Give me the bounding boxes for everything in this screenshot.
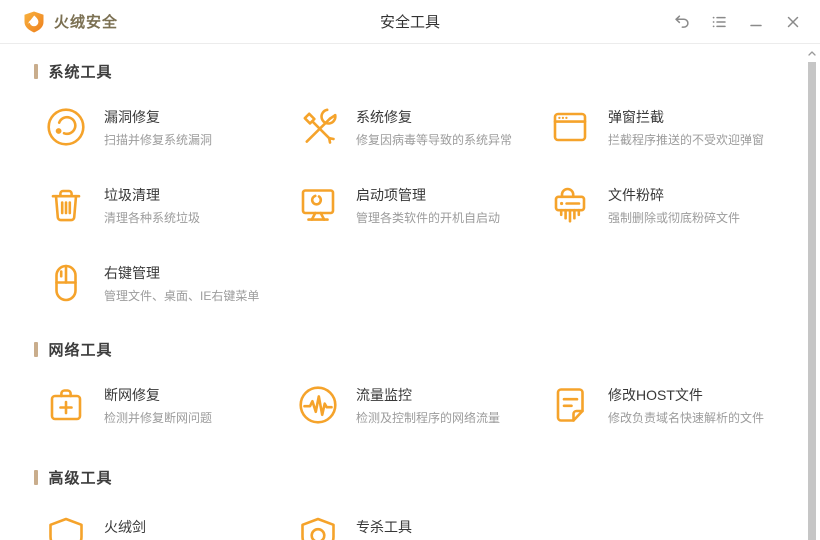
tool-text: 专杀工具 — [356, 515, 412, 540]
tool-item-network-repair[interactable]: 断网修复检测并修复断网问题 — [44, 383, 296, 427]
tool-title: 专杀工具 — [356, 519, 412, 535]
tool-section: 高级工具火绒剑 专杀工具 — [0, 467, 820, 540]
trash-clean-icon — [44, 183, 88, 227]
section-label: 高级工具 — [48, 469, 113, 487]
tool-text: 启动项管理管理各类软件的开机自启动 — [356, 183, 500, 227]
tool-title: 弹窗拦截 — [608, 109, 664, 125]
scroll-up-button[interactable] — [806, 46, 818, 60]
tool-grid: 断网修复检测并修复断网问题 流量监控检测及控制程序的网络流量 修改HOST文件修改负… — [44, 383, 820, 427]
system-repair-icon — [296, 105, 340, 149]
chevron-up-icon — [808, 50, 816, 56]
tool-desc: 检测及控制程序的网络流量 — [356, 411, 501, 425]
file-shredder-icon — [548, 183, 592, 227]
tool-item-traffic-monitor[interactable]: 流量监控检测及控制程序的网络流量 — [296, 383, 548, 427]
tool-text: 断网修复检测并修复断网问题 — [104, 383, 212, 427]
traffic-monitor-icon — [296, 383, 340, 427]
tool-desc: 管理各类软件的开机自启动 — [356, 211, 501, 225]
section-label: 网络工具 — [48, 341, 113, 359]
section-bar-icon — [34, 63, 38, 79]
tool-desc: 拦截程序推送的不受欢迎弹窗 — [608, 133, 765, 147]
minimize-icon — [750, 24, 762, 26]
tool-item-system-repair[interactable]: 系统修复修复因病毒等导致的系统异常 — [296, 105, 548, 149]
scrollbar[interactable] — [806, 46, 818, 540]
tool-grid: 漏洞修复扫描并修复系统漏洞 系统修复修复因病毒等导致的系统异常 弹窗拦截拦截程序推送… — [44, 105, 820, 305]
tool-desc: 扫描并修复系统漏洞 — [104, 133, 213, 147]
app-brand: 火绒安全 — [22, 10, 118, 34]
tool-text: 系统修复修复因病毒等导致的系统异常 — [356, 105, 512, 149]
huorong-logo-icon — [24, 11, 44, 32]
tool-text: 修改HOST文件修改负责域名快速解析的文件 — [608, 383, 764, 427]
list-menu-icon — [712, 16, 726, 27]
network-repair-icon — [44, 383, 88, 427]
tool-text: 流量监控检测及控制程序的网络流量 — [356, 383, 500, 427]
tool-item-trash-clean[interactable]: 垃圾清理清理各种系统垃圾 — [44, 183, 296, 227]
close-button[interactable] — [780, 9, 806, 35]
tool-title: 右键管理 — [104, 265, 160, 281]
tool-title: 系统修复 — [356, 109, 412, 125]
tool-title: 文件粉碎 — [608, 187, 664, 203]
vulnerability-repair-icon — [44, 105, 88, 149]
tool-grid: 火绒剑 专杀工具 — [44, 515, 820, 540]
tool-desc: 修复因病毒等导致的系统异常 — [356, 133, 513, 147]
back-icon — [675, 14, 689, 28]
tool-item-startup-manager[interactable]: 启动项管理管理各类软件的开机自启动 — [296, 183, 548, 227]
tool-text: 漏洞修复扫描并修复系统漏洞 — [104, 105, 212, 149]
tool-desc: 清理各种系统垃圾 — [104, 211, 201, 225]
tool-desc: 管理文件、桌面、IE右键菜单 — [104, 289, 260, 303]
shield-killer-icon — [296, 515, 340, 540]
section-header: 系统工具 — [34, 61, 820, 81]
tool-text: 弹窗拦截拦截程序推送的不受欢迎弹窗 — [608, 105, 764, 149]
tool-item-host-file[interactable]: 修改HOST文件修改负责域名快速解析的文件 — [548, 383, 800, 427]
tool-text: 火绒剑 — [104, 515, 146, 540]
startup-manager-icon — [296, 183, 340, 227]
section-bar-icon — [34, 469, 38, 485]
section-label: 系统工具 — [48, 63, 113, 81]
tool-text: 垃圾清理清理各种系统垃圾 — [104, 183, 200, 227]
tool-title: 修改HOST文件 — [608, 387, 703, 403]
tool-item-shield-sword[interactable]: 火绒剑 — [44, 515, 296, 540]
tool-item-shield-killer[interactable]: 专杀工具 — [296, 515, 548, 540]
tool-text: 右键管理管理文件、桌面、IE右键菜单 — [104, 261, 259, 305]
back-button[interactable] — [669, 9, 695, 35]
app-brand-name: 火绒安全 — [54, 14, 119, 31]
tool-section: 系统工具漏洞修复扫描并修复系统漏洞 系统修复修复因病毒等导致的系统异常 弹窗拦截拦截… — [0, 61, 820, 305]
window-controls — [658, 9, 806, 35]
section-header: 高级工具 — [34, 467, 820, 487]
tool-item-file-shredder[interactable]: 文件粉碎强制删除或彻底粉碎文件 — [548, 183, 800, 227]
tool-item-vulnerability-repair[interactable]: 漏洞修复扫描并修复系统漏洞 — [44, 105, 296, 149]
minimize-button[interactable] — [743, 9, 769, 35]
section-header: 网络工具 — [34, 339, 820, 359]
tool-item-popup-blocker[interactable]: 弹窗拦截拦截程序推送的不受欢迎弹窗 — [548, 105, 800, 149]
tool-title: 垃圾清理 — [104, 187, 160, 203]
tool-title: 火绒剑 — [104, 519, 146, 535]
tool-item-mouse-right-click[interactable]: 右键管理管理文件、桌面、IE右键菜单 — [44, 261, 296, 305]
mouse-right-click-icon — [44, 261, 88, 305]
tool-title: 漏洞修复 — [104, 109, 160, 125]
tool-desc: 强制删除或彻底粉碎文件 — [608, 211, 741, 225]
section-bar-icon — [34, 341, 38, 357]
host-file-icon — [548, 383, 592, 427]
scrollbar-thumb[interactable] — [808, 62, 816, 540]
tool-text: 文件粉碎强制删除或彻底粉碎文件 — [608, 183, 740, 227]
tool-sections: 系统工具漏洞修复扫描并修复系统漏洞 系统修复修复因病毒等导致的系统异常 弹窗拦截拦截… — [0, 44, 820, 540]
close-icon — [787, 16, 799, 27]
tool-desc: 检测并修复断网问题 — [104, 411, 213, 425]
shield-sword-icon — [44, 515, 88, 540]
tool-title: 断网修复 — [104, 387, 160, 403]
huorong-security-tools-window: 火绒安全 安全工具 系统工具 漏洞修复 扫描并修复系统漏洞 系统修复 修复因病毒… — [0, 0, 820, 540]
tool-title: 启动项管理 — [356, 187, 426, 203]
titlebar: 火绒安全 安全工具 — [0, 0, 820, 44]
tool-section: 网络工具断网修复检测并修复断网问题 流量监控检测及控制程序的网络流量 修改HOST文… — [0, 339, 820, 427]
tool-title: 流量监控 — [356, 387, 412, 403]
tool-desc: 修改负责域名快速解析的文件 — [608, 411, 765, 425]
popup-blocker-icon — [548, 105, 592, 149]
menu-button[interactable] — [706, 9, 732, 35]
